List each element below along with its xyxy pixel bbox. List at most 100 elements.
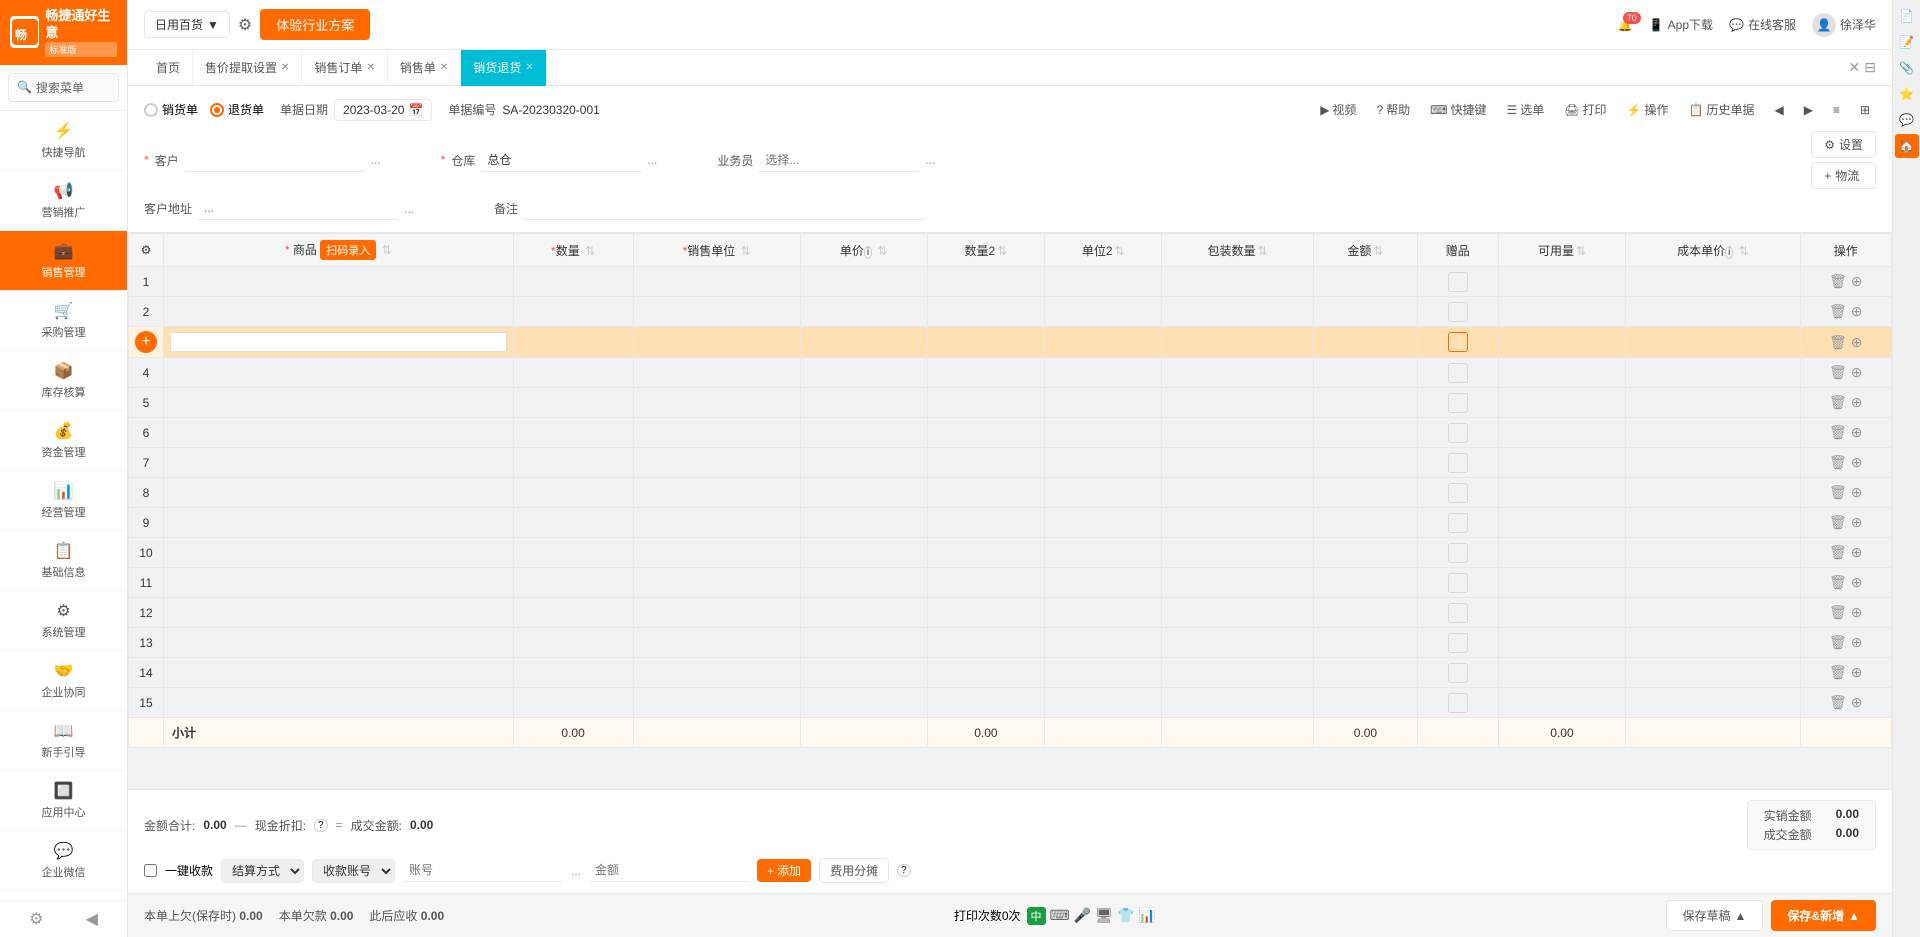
- gift-cell[interactable]: [1418, 297, 1499, 327]
- close-tab-button[interactable]: ✕: [1849, 59, 1861, 76]
- sales-unit-cell[interactable]: [633, 267, 800, 297]
- split-button[interactable]: 费用分摊: [819, 858, 889, 883]
- tab-close-icon[interactable]: ✕: [440, 62, 448, 73]
- sort-icon[interactable]: ⇅: [382, 243, 392, 257]
- tab-sales-return[interactable]: 销货退货 ✕: [461, 50, 546, 86]
- unit2-cell[interactable]: [1045, 327, 1162, 358]
- copy-icon[interactable]: ⊕: [1851, 664, 1863, 681]
- view-list-btn[interactable]: ≡: [1827, 100, 1846, 120]
- sidebar-item-enterprise[interactable]: 🤝 企业协同: [0, 651, 127, 711]
- sidebar-item-wechat[interactable]: 💬 企业微信: [0, 831, 127, 891]
- delete-icon[interactable]: 🗑: [1829, 574, 1847, 591]
- copy-icon[interactable]: ⊕: [1851, 694, 1863, 711]
- add-row-button[interactable]: +: [135, 331, 157, 353]
- copy-icon[interactable]: ⊕: [1851, 514, 1863, 531]
- account-dots[interactable]: ...: [571, 864, 581, 878]
- tab-close-icon[interactable]: ✕: [366, 62, 374, 73]
- sort-icon[interactable]: ⇅: [741, 244, 751, 258]
- sort-icon[interactable]: ⇅: [877, 244, 887, 258]
- copy-icon[interactable]: ⊕: [1851, 394, 1863, 411]
- sidebar-item-basic[interactable]: 📋 基础信息: [0, 531, 127, 591]
- delete-icon[interactable]: 🗑: [1829, 454, 1847, 471]
- gift-checkbox[interactable]: [1448, 513, 1468, 533]
- product-cell[interactable]: [164, 267, 514, 297]
- save-new-button[interactable]: 保存&新增 ▲: [1771, 900, 1876, 931]
- available-cell[interactable]: [1498, 267, 1626, 297]
- available-cell[interactable]: [1498, 327, 1626, 358]
- logistics-button[interactable]: + 物流: [1811, 162, 1876, 189]
- tab-price-setting[interactable]: 售价提取设置 ✕: [193, 50, 302, 86]
- prev-button[interactable]: ◀: [1768, 100, 1789, 120]
- copy-icon[interactable]: ⊕: [1851, 544, 1863, 561]
- delete-icon[interactable]: 🗑: [1829, 424, 1847, 441]
- cost-price-cell[interactable]: [1626, 267, 1800, 297]
- copy-icon[interactable]: ⊕: [1851, 273, 1863, 290]
- sidebar-item-finance[interactable]: 💰 资金管理: [0, 411, 127, 471]
- help-button[interactable]: ? 帮助: [1370, 98, 1416, 121]
- copy-icon[interactable]: ⊕: [1851, 484, 1863, 501]
- gift-checkbox[interactable]: [1448, 393, 1468, 413]
- calc-method-select[interactable]: 结算方式: [221, 859, 304, 883]
- qty-cell[interactable]: [513, 267, 633, 297]
- pack-qty-cell[interactable]: [1162, 267, 1313, 297]
- sidebar-item-operations[interactable]: 📊 经营管理: [0, 471, 127, 531]
- qty2-cell[interactable]: [927, 297, 1044, 327]
- gift-checkbox[interactable]: [1448, 663, 1468, 683]
- product-cell[interactable]: [164, 297, 514, 327]
- delete-icon[interactable]: 🗑: [1829, 604, 1847, 621]
- sidebar-item-system[interactable]: ⚙ 系统管理: [0, 591, 127, 651]
- tab-home[interactable]: 首页: [144, 50, 193, 86]
- save-draft-button[interactable]: 保存草稿 ▲: [1666, 900, 1764, 931]
- gift-checkbox[interactable]: [1448, 423, 1468, 443]
- delete-icon[interactable]: 🗑: [1829, 394, 1847, 411]
- copy-icon[interactable]: ⊕: [1851, 574, 1863, 591]
- amount-cell[interactable]: [1313, 267, 1417, 297]
- copy-icon[interactable]: ⊕: [1851, 364, 1863, 381]
- select-button[interactable]: ☰ 选单: [1500, 98, 1550, 121]
- sidebar-item-quick-nav[interactable]: ⚡ 快捷导航: [0, 111, 127, 171]
- cost-price-cell[interactable]: [1626, 327, 1800, 358]
- sidebar-item-purchase[interactable]: 🛒 采购管理: [0, 291, 127, 351]
- tab-sales[interactable]: 销售单 ✕: [388, 50, 461, 86]
- sort-icon[interactable]: ⇅: [997, 244, 1007, 258]
- trial-button[interactable]: 体验行业方案: [260, 9, 370, 40]
- note-input[interactable]: [524, 197, 924, 220]
- copy-icon[interactable]: ⊕: [1851, 303, 1863, 320]
- sidebar-item-marketing[interactable]: 📢 营销推广: [0, 171, 127, 231]
- next-button[interactable]: ▶: [1798, 100, 1819, 120]
- tab-close-icon[interactable]: ✕: [525, 62, 533, 73]
- right-panel-active-icon[interactable]: 🏠: [1895, 134, 1919, 158]
- cost-price-cell[interactable]: [1626, 297, 1800, 327]
- right-panel-icon-3[interactable]: 📎: [1895, 56, 1919, 80]
- settings-button[interactable]: ⚙ 设置: [1811, 131, 1876, 158]
- sidebar-item-inventory[interactable]: 📦 库存核算: [0, 351, 127, 411]
- operate-button[interactable]: ⚡ 操作: [1621, 98, 1675, 121]
- right-panel-icon-4[interactable]: ⭐: [1895, 82, 1919, 106]
- customer-select-btn[interactable]: ...: [371, 153, 381, 167]
- amount-cell[interactable]: [1313, 297, 1417, 327]
- print-button[interactable]: 🖨 打印: [1558, 98, 1612, 121]
- qty2-cell[interactable]: [927, 267, 1044, 297]
- delete-icon[interactable]: 🗑: [1829, 664, 1847, 681]
- qty-cell[interactable]: [513, 297, 633, 327]
- right-panel-icon-5[interactable]: 💬: [1895, 108, 1919, 132]
- th-settings[interactable]: ⚙: [129, 234, 164, 267]
- radio-sales-bill[interactable]: 销货单: [144, 101, 198, 118]
- delete-icon[interactable]: 🗑: [1829, 634, 1847, 651]
- staff-input[interactable]: [759, 149, 919, 172]
- staff-select-btn[interactable]: ...: [925, 153, 935, 167]
- add-button[interactable]: + 添加: [757, 859, 811, 882]
- view-grid-btn[interactable]: ⊞: [1854, 100, 1876, 120]
- gift-checkbox[interactable]: [1448, 272, 1468, 292]
- unit2-cell[interactable]: [1045, 297, 1162, 327]
- header-settings-icon[interactable]: ⚙: [238, 15, 252, 35]
- sort-icon[interactable]: ⇅: [585, 244, 595, 258]
- sidebar-item-guide[interactable]: 📖 新手引导: [0, 711, 127, 771]
- product-cell-active[interactable]: [164, 327, 514, 358]
- warehouse-input[interactable]: [481, 149, 641, 172]
- breadcrumb-select[interactable]: 日用百货 ▼: [144, 11, 230, 38]
- qty-cell[interactable]: [513, 327, 633, 358]
- pack-qty-cell[interactable]: [1162, 327, 1313, 358]
- user-menu[interactable]: 👤 徐泽华: [1812, 13, 1876, 37]
- delete-icon[interactable]: 🗑: [1829, 303, 1847, 320]
